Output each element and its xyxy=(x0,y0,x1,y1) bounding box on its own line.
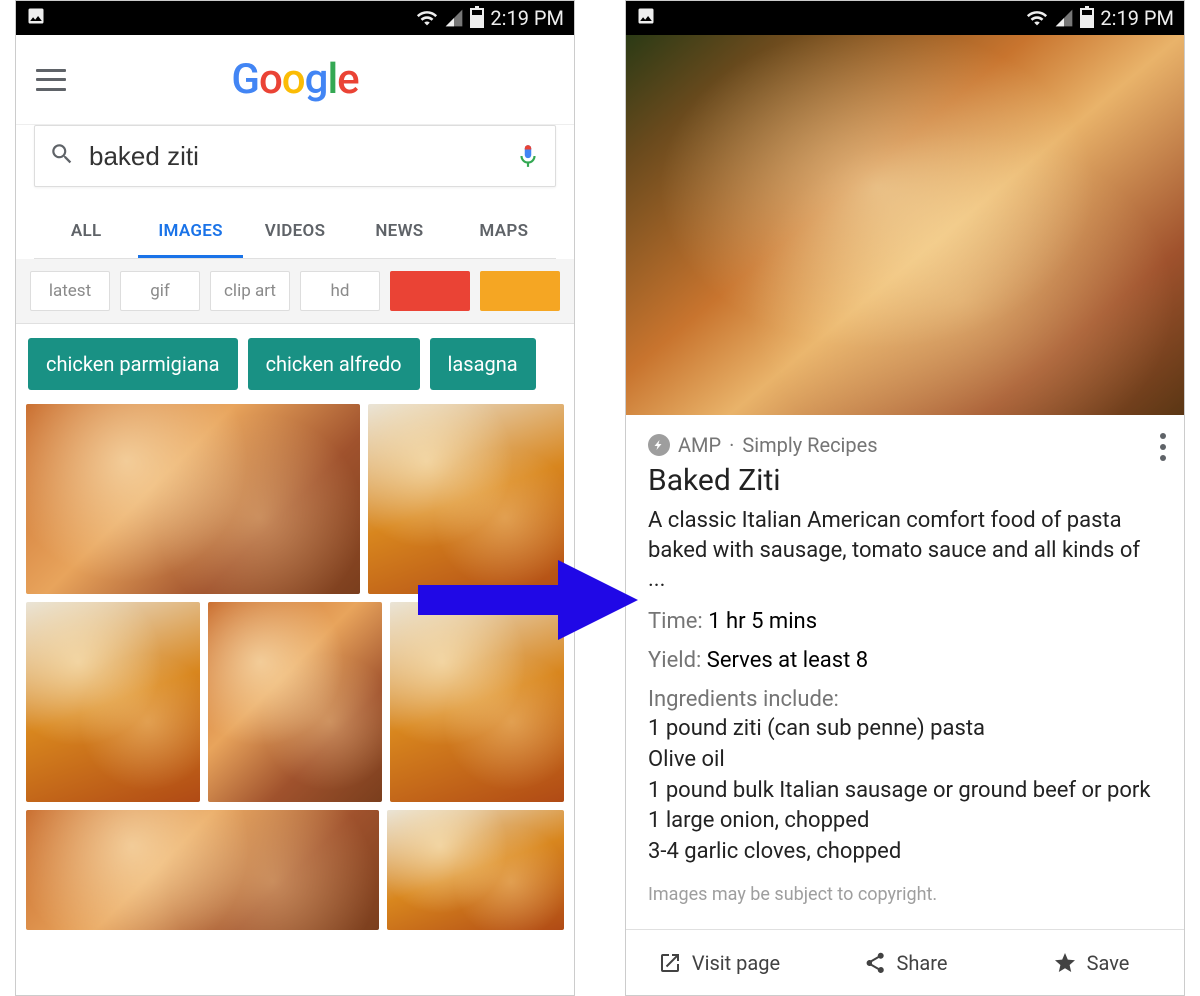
visit-page-button[interactable]: Visit page xyxy=(626,930,812,995)
source-site: Simply Recipes xyxy=(742,433,877,457)
recipe-title: Baked Ziti xyxy=(648,463,1162,498)
copyright-notice: Images may be subject to copyright. xyxy=(648,884,1162,905)
open-icon xyxy=(658,951,682,975)
filter-gif[interactable]: gif xyxy=(120,271,200,311)
tab-maps[interactable]: MAPS xyxy=(452,205,556,258)
search-box[interactable] xyxy=(34,125,556,187)
image-result[interactable] xyxy=(208,602,382,802)
ingredient-item: 1 pound ziti (can sub penne) pasta xyxy=(648,714,1162,745)
signal-icon xyxy=(1054,8,1074,28)
mic-icon[interactable] xyxy=(515,143,541,169)
ingredient-item: 3-4 garlic cloves, chopped xyxy=(648,837,1162,868)
app-header: Google xyxy=(16,35,574,125)
google-logo: Google xyxy=(231,55,358,104)
recipe-card: AMP · Simply Recipes Baked Ziti A classi… xyxy=(626,415,1184,929)
source-sep: · xyxy=(729,433,734,457)
filter-color-orange[interactable] xyxy=(480,271,560,311)
related-pill[interactable]: chicken parmigiana xyxy=(28,338,238,390)
amp-icon xyxy=(648,434,670,456)
recipe-hero-image[interactable] xyxy=(626,35,1184,415)
phone-recipe-detail: 2:19 PM AMP · Simply Recipes Baked Ziti … xyxy=(625,0,1185,996)
phone-search-results: 2:19 PM Google ALL IM xyxy=(15,0,575,996)
filter-hd[interactable]: hd xyxy=(300,271,380,311)
search-input[interactable] xyxy=(75,141,515,172)
tab-all[interactable]: ALL xyxy=(34,205,138,258)
filter-latest[interactable]: latest xyxy=(30,271,110,311)
save-button[interactable]: Save xyxy=(998,930,1184,995)
battery-icon xyxy=(470,8,484,28)
search-icon xyxy=(49,141,75,171)
amp-label: AMP xyxy=(678,433,721,457)
related-pill[interactable]: chicken alfredo xyxy=(248,338,420,390)
ingredient-item: 1 large onion, chopped xyxy=(648,806,1162,837)
share-button[interactable]: Share xyxy=(812,930,998,995)
filter-clipart[interactable]: clip art xyxy=(210,271,290,311)
related-pill[interactable]: lasagna xyxy=(430,338,536,390)
image-result[interactable] xyxy=(26,810,379,930)
filter-bar: latest gif clip art hd xyxy=(16,259,574,324)
tab-videos[interactable]: VIDEOS xyxy=(243,205,347,258)
action-bar: Visit page Share Save xyxy=(626,929,1184,995)
transition-arrow-icon xyxy=(418,560,638,640)
image-result[interactable] xyxy=(26,602,200,802)
more-options-button[interactable] xyxy=(1160,433,1166,461)
wifi-icon xyxy=(1026,7,1048,29)
filter-color-red[interactable] xyxy=(390,271,470,311)
status-bar: 2:19 PM xyxy=(16,1,574,35)
ingredients-list: 1 pound ziti (can sub penne) pasta Olive… xyxy=(648,714,1162,868)
ingredients-label: Ingredients include: xyxy=(648,687,1162,712)
image-notification-icon xyxy=(636,6,656,26)
image-notification-icon xyxy=(26,6,46,26)
status-time: 2:19 PM xyxy=(490,6,564,30)
recipe-description: A classic Italian American comfort food … xyxy=(648,506,1162,595)
tab-images[interactable]: IMAGES xyxy=(138,205,242,258)
signal-icon xyxy=(444,8,464,28)
source-row: AMP · Simply Recipes xyxy=(648,433,1162,457)
share-icon xyxy=(863,951,887,975)
search-tabs: ALL IMAGES VIDEOS NEWS MAPS xyxy=(34,205,556,259)
status-bar: 2:19 PM xyxy=(626,1,1184,35)
tab-news[interactable]: NEWS xyxy=(347,205,451,258)
image-result[interactable] xyxy=(26,404,360,594)
recipe-yield: Yield: Serves at least 8 xyxy=(648,648,1162,673)
image-result[interactable] xyxy=(387,810,564,930)
menu-button[interactable] xyxy=(36,69,66,91)
related-searches: chicken parmigiana chicken alfredo lasag… xyxy=(16,324,574,404)
star-icon xyxy=(1053,951,1077,975)
recipe-time: Time: 1 hr 5 mins xyxy=(648,609,1162,634)
status-time: 2:19 PM xyxy=(1100,6,1174,30)
battery-icon xyxy=(1080,8,1094,28)
wifi-icon xyxy=(416,7,438,29)
image-results-grid xyxy=(16,404,574,995)
ingredient-item: 1 pound bulk Italian sausage or ground b… xyxy=(648,776,1162,807)
ingredient-item: Olive oil xyxy=(648,745,1162,776)
